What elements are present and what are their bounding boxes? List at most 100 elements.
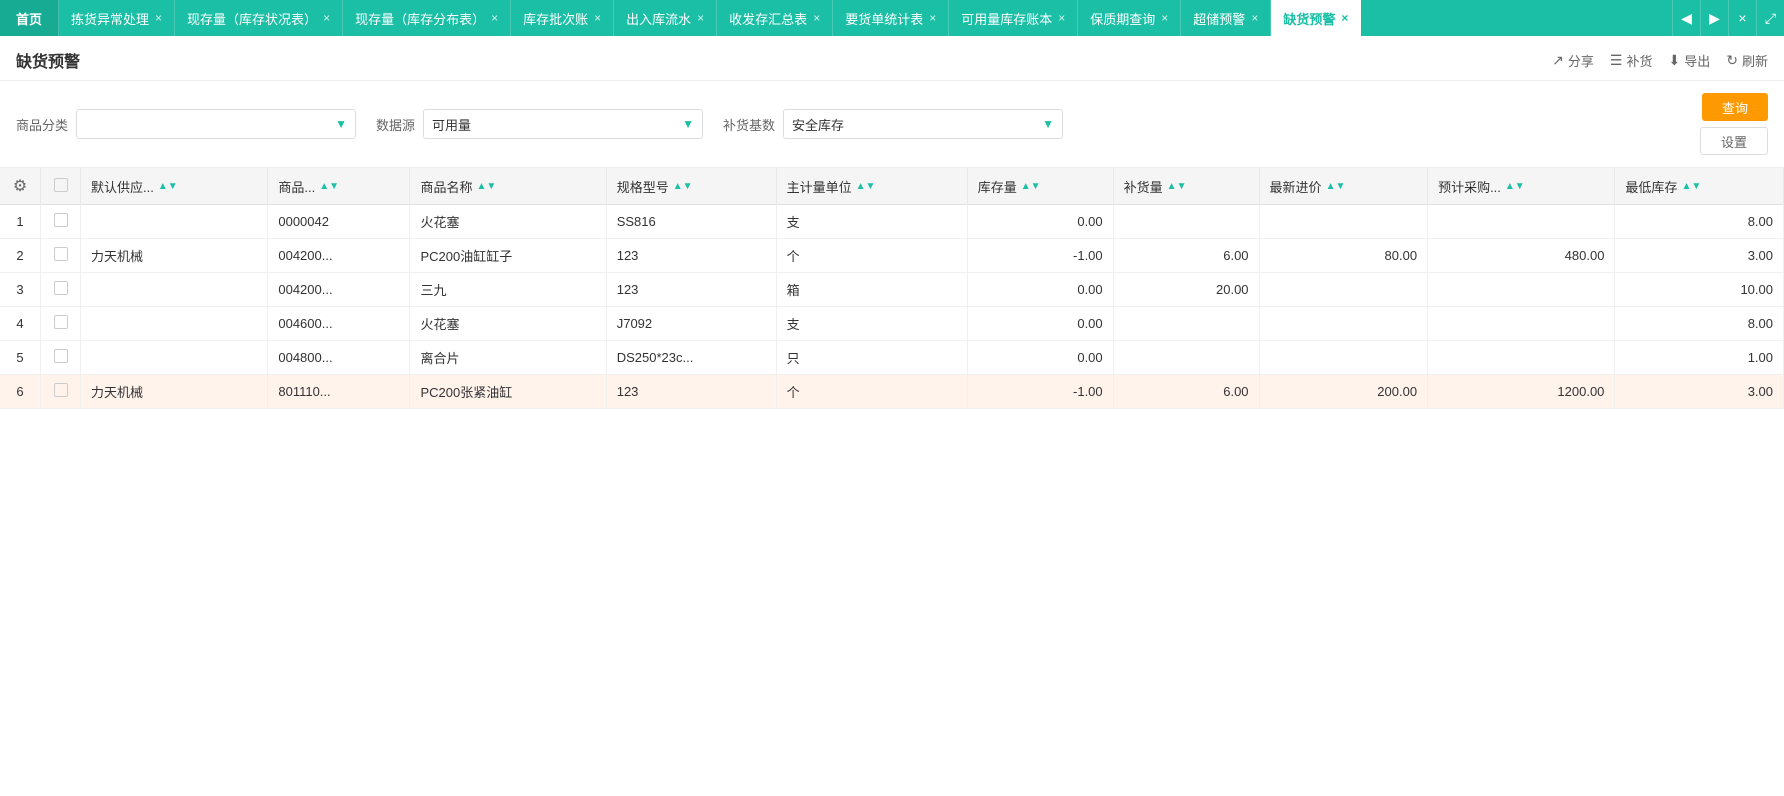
nav-tab-stock-status[interactable]: 现存量（库存状况表） × [175,0,343,36]
export-label: 导出 [1684,51,1710,70]
row-min-stock-5: 1.00 [1615,341,1784,375]
column-replenish-qty[interactable]: 补货量 ▲▼ [1113,168,1259,205]
data-source-select[interactable]: 可用量 ▼ [423,109,703,139]
sort-stock-qty-icon: ▲▼ [1021,181,1041,192]
sort-goods-name-icon: ▲▼ [476,181,496,192]
column-goods-name[interactable]: 商品名称 ▲▼ [410,168,606,205]
replenish-label: 补货 [1626,51,1652,70]
row-est-purchase-6: 1200.00 [1428,375,1615,409]
settings-button[interactable]: 设置 [1700,127,1768,155]
row-supplier-2: 力天机械 [81,239,268,273]
query-button[interactable]: 查询 [1702,93,1768,121]
goods-category-select[interactable]: ▼ [76,109,356,139]
nav-tab-stock-status-close[interactable]: × [323,11,330,25]
share-button[interactable]: ↗ 分享 [1552,51,1594,70]
nav-tab-stock-status-label: 现存量（库存状况表） [187,9,317,28]
select-all-checkbox[interactable] [54,178,68,192]
sort-latest-price-icon: ▲▼ [1326,181,1346,192]
row-unit-3: 箱 [776,273,967,307]
nav-tab-shelf-life[interactable]: 保质期查询 × [1078,0,1181,36]
column-goods-code[interactable]: 商品... ▲▼ [268,168,410,205]
column-stock-qty[interactable]: 库存量 ▲▼ [967,168,1113,205]
row-cb-1 [41,205,81,239]
column-min-stock[interactable]: 最低库存 ▲▼ [1615,168,1784,205]
table-row: 2 力天机械 004200... PC200油缸缸子 123 个 -1.00 6… [0,239,1784,273]
data-source-filter-group: 数据源 可用量 ▼ [376,109,703,139]
row-goods-name-5: 离合片 [410,341,606,375]
row-cb-4 [41,307,81,341]
sort-goods-code-icon: ▲▼ [319,181,339,192]
nav-tab-available-book[interactable]: 可用量库存账本 × [949,0,1078,36]
share-icon: ↗ [1552,52,1564,69]
nav-tab-recv-send[interactable]: 收发存汇总表 × [717,0,833,36]
row-checkbox-1[interactable] [54,213,68,227]
row-checkbox-5[interactable] [54,349,68,363]
table-header-row: ⚙ 默认供应... ▲▼ 商品... ▲▼ [0,168,1784,205]
nav-tab-overstock-warn-close[interactable]: × [1251,11,1258,25]
row-stock-qty-1: 0.00 [967,205,1113,239]
row-goods-name-1: 火花塞 [410,205,606,239]
nav-tab-available-book-close[interactable]: × [1058,11,1065,25]
row-latest-price-2: 80.00 [1259,239,1428,273]
nav-tab-shortage-warn[interactable]: 缺货预警 × [1271,0,1361,36]
nav-fullscreen-btn[interactable]: ⤢ [1756,0,1784,36]
column-latest-price[interactable]: 最新进价 ▲▼ [1259,168,1428,205]
data-table: ⚙ 默认供应... ▲▼ 商品... ▲▼ [0,168,1784,409]
nav-tab-overstock-warn-label: 超储预警 [1193,9,1245,28]
nav-tab-inout-flow-close[interactable]: × [697,11,704,25]
nav-tab-shelf-life-close[interactable]: × [1161,11,1168,25]
nav-tab-order-stat[interactable]: 要货单统计表 × [833,0,949,36]
column-checkbox [41,168,81,205]
nav-tab-shortage-warn-close[interactable]: × [1341,11,1348,25]
row-est-purchase-1 [1428,205,1615,239]
row-supplier-4 [81,307,268,341]
row-latest-price-4 [1259,307,1428,341]
nav-tab-batch-account-close[interactable]: × [594,11,601,25]
column-spec[interactable]: 规格型号 ▲▼ [606,168,776,205]
column-unit[interactable]: 主计量单位 ▲▼ [776,168,967,205]
nav-tab-inout-flow[interactable]: 出入库流水 × [614,0,717,36]
row-checkbox-4[interactable] [54,315,68,329]
header-actions: ↗ 分享 ☰ 补货 ⬇ 导出 ↻ 刷新 [1552,51,1768,70]
nav-bar: 首页 拣货异常处理 × 现存量（库存状况表） × 现存量（库存分布表） × 库存… [0,0,1784,36]
column-supplier[interactable]: 默认供应... ▲▼ [81,168,268,205]
replenish-base-select[interactable]: 安全库存 ▼ [783,109,1063,139]
share-label: 分享 [1568,51,1594,70]
row-latest-price-6: 200.00 [1259,375,1428,409]
nav-tab-stock-dist-close[interactable]: × [491,11,498,25]
nav-tab-order-stat-close[interactable]: × [929,11,936,25]
nav-arrow-right[interactable]: ▶ [1700,0,1728,36]
row-cb-6 [41,375,81,409]
replenish-button[interactable]: ☰ 补货 [1610,51,1653,70]
row-checkbox-2[interactable] [54,247,68,261]
goods-category-label: 商品分类 [16,115,68,134]
column-est-purchase[interactable]: 预计采购... ▲▼ [1428,168,1615,205]
data-source-arrow-icon: ▼ [682,117,694,131]
refresh-button[interactable]: ↻ 刷新 [1726,51,1768,70]
row-replenish-qty-2: 6.00 [1113,239,1259,273]
nav-tab-overstock-warn[interactable]: 超储预警 × [1181,0,1271,36]
row-goods-name-4: 火花塞 [410,307,606,341]
nav-tab-home[interactable]: 首页 [0,0,59,36]
table-settings-icon[interactable]: ⚙ [10,176,30,196]
export-button[interactable]: ⬇ 导出 [1669,51,1711,70]
sort-min-stock-icon: ▲▼ [1681,181,1701,192]
row-checkbox-3[interactable] [54,281,68,295]
nav-tab-pick-error[interactable]: 拣货异常处理 × [59,0,175,36]
row-replenish-qty-1 [1113,205,1259,239]
nav-tab-batch-account[interactable]: 库存批次账 × [511,0,614,36]
row-goods-code-5: 004800... [268,341,410,375]
nav-tab-stock-dist[interactable]: 现存量（库存分布表） × [343,0,511,36]
row-supplier-3 [81,273,268,307]
row-num-2: 2 [0,239,41,273]
nav-close-btn[interactable]: × [1728,0,1756,36]
row-checkbox-6[interactable] [54,383,68,397]
nav-arrow-left[interactable]: ◀ [1672,0,1700,36]
nav-tab-pick-error-close[interactable]: × [155,11,162,25]
column-supplier-label: 默认供应... [91,177,154,196]
nav-tab-shortage-warn-label: 缺货预警 [1283,9,1335,28]
nav-tab-recv-send-close[interactable]: × [813,11,820,25]
row-stock-qty-2: -1.00 [967,239,1113,273]
row-supplier-1 [81,205,268,239]
row-goods-code-1: 0000042 [268,205,410,239]
